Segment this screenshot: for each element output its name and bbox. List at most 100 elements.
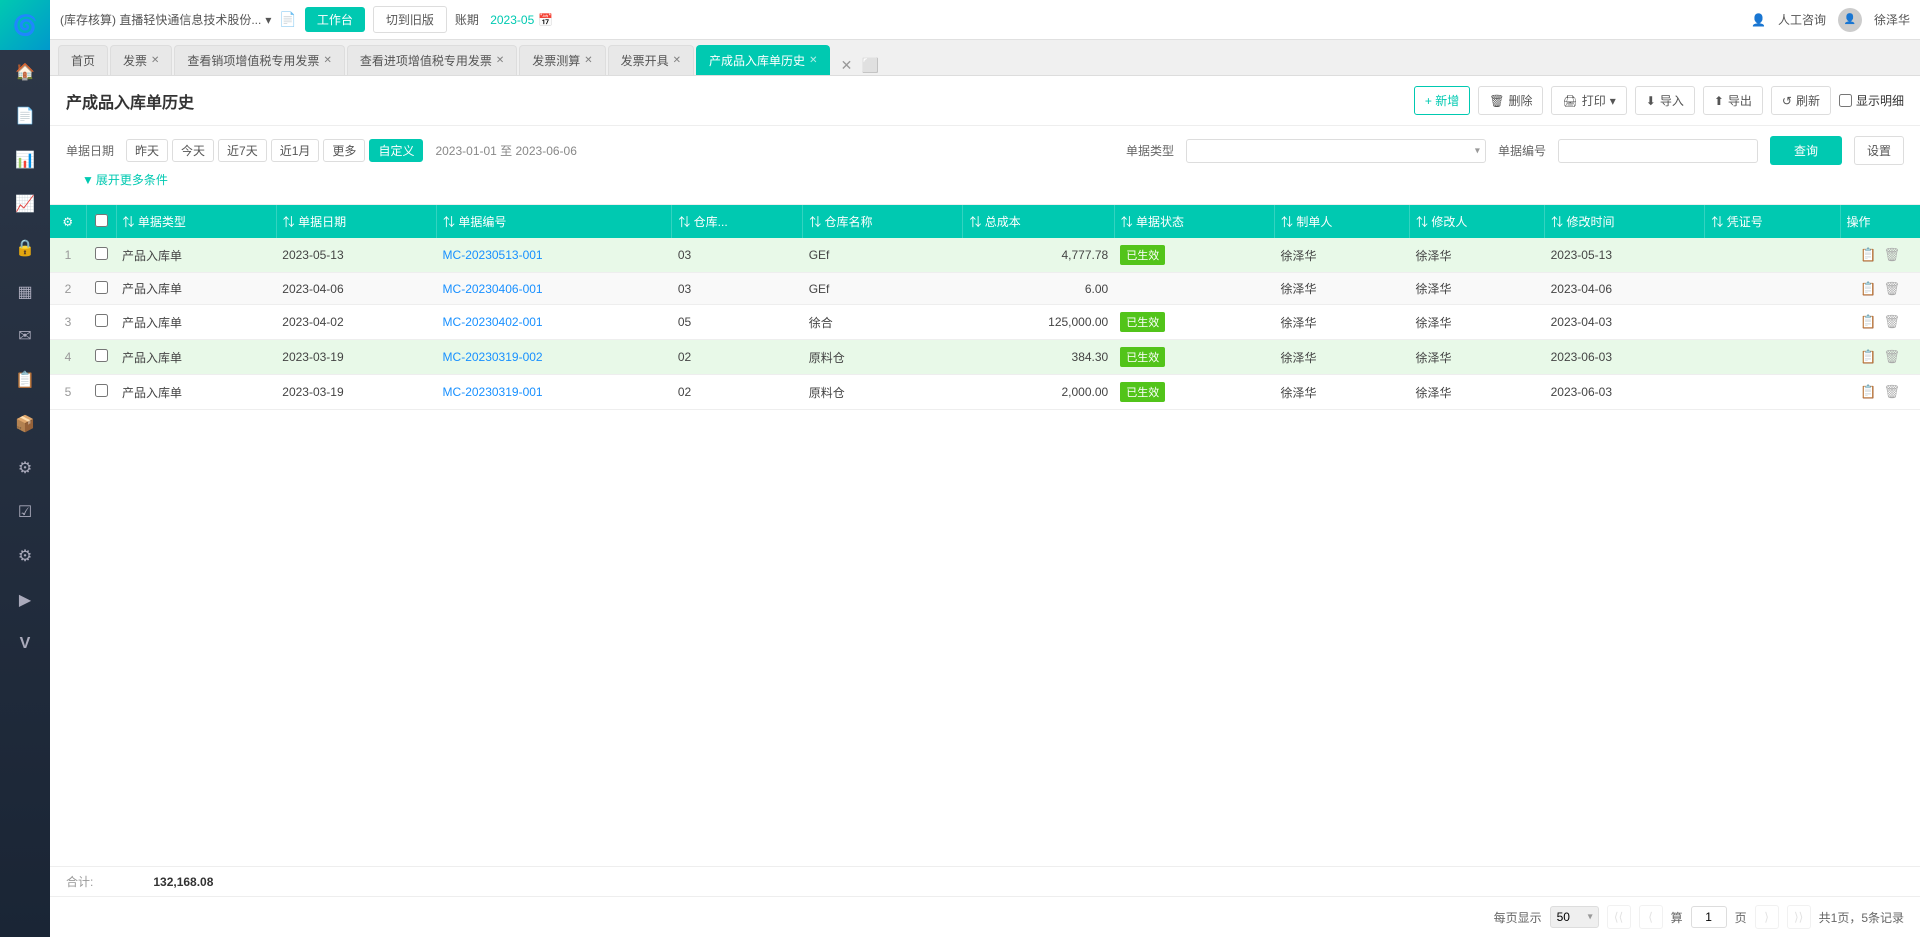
export-button[interactable]: ⬆ 导出 — [1703, 86, 1763, 115]
refresh-button[interactable]: ↺ 刷新 — [1771, 86, 1831, 115]
tab-purchase-vat[interactable]: 查看进项增值税专用发票 ✕ — [347, 45, 517, 75]
row-number[interactable]: MC-20230406-001 — [437, 273, 672, 305]
import-button[interactable]: ⬇ 导入 — [1635, 86, 1695, 115]
sidebar-item-v[interactable]: V — [0, 622, 50, 666]
row-edit-icon[interactable]: 📋 — [1860, 281, 1876, 296]
reset-button[interactable]: 设置 — [1854, 136, 1904, 165]
sidebar-item-chart[interactable]: 📊 — [0, 138, 50, 182]
sidebar-item-mail[interactable]: ✉ — [0, 314, 50, 358]
date-btn-1month[interactable]: 近1月 — [271, 139, 320, 162]
sidebar-item-play[interactable]: ▶ — [0, 578, 50, 622]
col-settings[interactable]: ⚙ — [50, 205, 86, 238]
row-edit-icon[interactable]: 📋 — [1860, 384, 1876, 399]
row-number[interactable]: MC-20230513-001 — [437, 238, 672, 273]
row-delete-icon[interactable]: 🗑 — [1884, 349, 1901, 364]
type-select[interactable] — [1186, 139, 1486, 163]
row-checkbox-cell[interactable] — [86, 273, 116, 305]
tab-calc[interactable]: 发票测算 ✕ — [519, 45, 605, 75]
row-delete-icon[interactable]: 🗑 — [1884, 384, 1901, 399]
next-page-button[interactable]: ⟩ — [1755, 905, 1779, 929]
tab-open-invoice-close[interactable]: ✕ — [673, 55, 681, 66]
col-warehouse-code[interactable]: ⇅ 仓库... — [672, 205, 803, 238]
row-checkbox[interactable] — [95, 384, 108, 397]
window-close-button[interactable]: ✕ — [836, 55, 856, 75]
delete-button[interactable]: 🗑 删除 — [1478, 86, 1543, 115]
sidebar-item-grid[interactable]: ▦ — [0, 270, 50, 314]
row-checkbox[interactable] — [95, 281, 108, 294]
tab-home[interactable]: 首页 — [58, 45, 108, 75]
last-page-button[interactable]: ⟩⟩ — [1787, 905, 1811, 929]
help-label[interactable]: 人工咨询 — [1778, 11, 1826, 28]
sidebar-item-box[interactable]: 📦 — [0, 402, 50, 446]
row-number-link[interactable]: MC-20230319-001 — [443, 385, 543, 399]
workbench-button[interactable]: 工作台 — [305, 7, 365, 32]
page-number-input[interactable] — [1691, 906, 1727, 928]
tab-invoice-close[interactable]: ✕ — [151, 55, 159, 66]
date-btn-custom[interactable]: 自定义 — [369, 139, 423, 162]
row-number[interactable]: MC-20230319-001 — [437, 375, 672, 410]
row-edit-icon[interactable]: 📋 — [1860, 247, 1876, 262]
row-checkbox-cell[interactable] — [86, 305, 116, 340]
sidebar-item-doc[interactable]: 📄 — [0, 94, 50, 138]
sidebar-item-lock[interactable]: 🔒 — [0, 226, 50, 270]
tab-sales-vat[interactable]: 查看销项增值税专用发票 ✕ — [174, 45, 344, 75]
number-filter-input[interactable] — [1558, 139, 1758, 163]
show-detail-toggle[interactable]: 显示明细 — [1839, 92, 1904, 109]
row-delete-icon[interactable]: 🗑 — [1884, 247, 1901, 262]
show-detail-checkbox[interactable] — [1839, 94, 1852, 107]
sidebar-item-settings2[interactable]: ⚙ — [0, 446, 50, 490]
row-checkbox-cell[interactable] — [86, 340, 116, 375]
sidebar-item-table[interactable]: 📋 — [0, 358, 50, 402]
row-number-link[interactable]: MC-20230402-001 — [443, 315, 543, 329]
new-button[interactable]: + 新增 — [1414, 86, 1470, 115]
tab-open-invoice[interactable]: 发票开具 ✕ — [608, 45, 694, 75]
sidebar-item-task[interactable]: ☑ — [0, 490, 50, 534]
per-page-select[interactable]: 20 50 100 — [1550, 906, 1599, 928]
col-voucher[interactable]: ⇅ 凭证号 — [1705, 205, 1840, 238]
row-delete-icon[interactable]: 🗑 — [1884, 314, 1901, 329]
col-modifier[interactable]: ⇅ 修改人 — [1410, 205, 1545, 238]
company-selector[interactable]: (库存核算) 直播轻快通信息技术股份... ▾ — [60, 11, 271, 28]
col-total-cost[interactable]: ⇅ 总成本 — [963, 205, 1114, 238]
date-btn-more[interactable]: 更多 — [323, 139, 365, 162]
tab-calc-close[interactable]: ✕ — [584, 55, 592, 66]
row-number-link[interactable]: MC-20230319-002 — [443, 350, 543, 364]
app-logo[interactable]: 🌀 — [0, 0, 50, 50]
sidebar-item-analytics[interactable]: 📈 — [0, 182, 50, 226]
col-date[interactable]: ⇅ 单据日期 — [276, 205, 436, 238]
row-checkbox[interactable] — [95, 314, 108, 327]
window-maximize-button[interactable]: ⬜ — [860, 55, 880, 75]
user-name[interactable]: 徐泽华 — [1874, 11, 1910, 28]
tab-product-history-close[interactable]: ✕ — [809, 55, 817, 66]
prev-page-button[interactable]: ⟨ — [1639, 905, 1663, 929]
date-btn-today[interactable]: 今天 — [172, 139, 214, 162]
row-number-link[interactable]: MC-20230513-001 — [443, 248, 543, 262]
row-checkbox[interactable] — [95, 349, 108, 362]
tab-product-history[interactable]: 产成品入库单历史 ✕ — [696, 45, 830, 75]
row-edit-icon[interactable]: 📋 — [1860, 349, 1876, 364]
select-all-checkbox[interactable] — [95, 214, 108, 227]
sidebar-item-settings3[interactable]: ⚙ — [0, 534, 50, 578]
date-btn-yesterday[interactable]: 昨天 — [126, 139, 168, 162]
col-checkbox[interactable] — [86, 205, 116, 238]
col-status[interactable]: ⇅ 单据状态 — [1114, 205, 1274, 238]
expand-conditions-btn[interactable]: ▼ 展开更多条件 — [82, 171, 168, 188]
first-page-button[interactable]: ⟨⟨ — [1607, 905, 1631, 929]
col-type[interactable]: ⇅ 单据类型 — [116, 205, 276, 238]
row-checkbox[interactable] — [95, 247, 108, 260]
switch-version-button[interactable]: 切到旧版 — [373, 6, 447, 33]
date-btn-7days[interactable]: 近7天 — [218, 139, 267, 162]
col-creator[interactable]: ⇅ 制单人 — [1274, 205, 1409, 238]
col-modify-time[interactable]: ⇅ 修改时间 — [1545, 205, 1705, 238]
row-edit-icon[interactable]: 📋 — [1860, 314, 1876, 329]
row-number-link[interactable]: MC-20230406-001 — [443, 282, 543, 296]
print-button[interactable]: 🖨 打印 ▾ — [1551, 86, 1626, 115]
tab-purchase-vat-close[interactable]: ✕ — [496, 55, 504, 66]
sidebar-item-home[interactable]: 🏠 — [0, 50, 50, 94]
row-delete-icon[interactable]: 🗑 — [1884, 281, 1901, 296]
col-warehouse-name[interactable]: ⇅ 仓库名称 — [803, 205, 963, 238]
row-checkbox-cell[interactable] — [86, 375, 116, 410]
tab-invoice[interactable]: 发票 ✕ — [110, 45, 172, 75]
row-number[interactable]: MC-20230402-001 — [437, 305, 672, 340]
row-number[interactable]: MC-20230319-002 — [437, 340, 672, 375]
